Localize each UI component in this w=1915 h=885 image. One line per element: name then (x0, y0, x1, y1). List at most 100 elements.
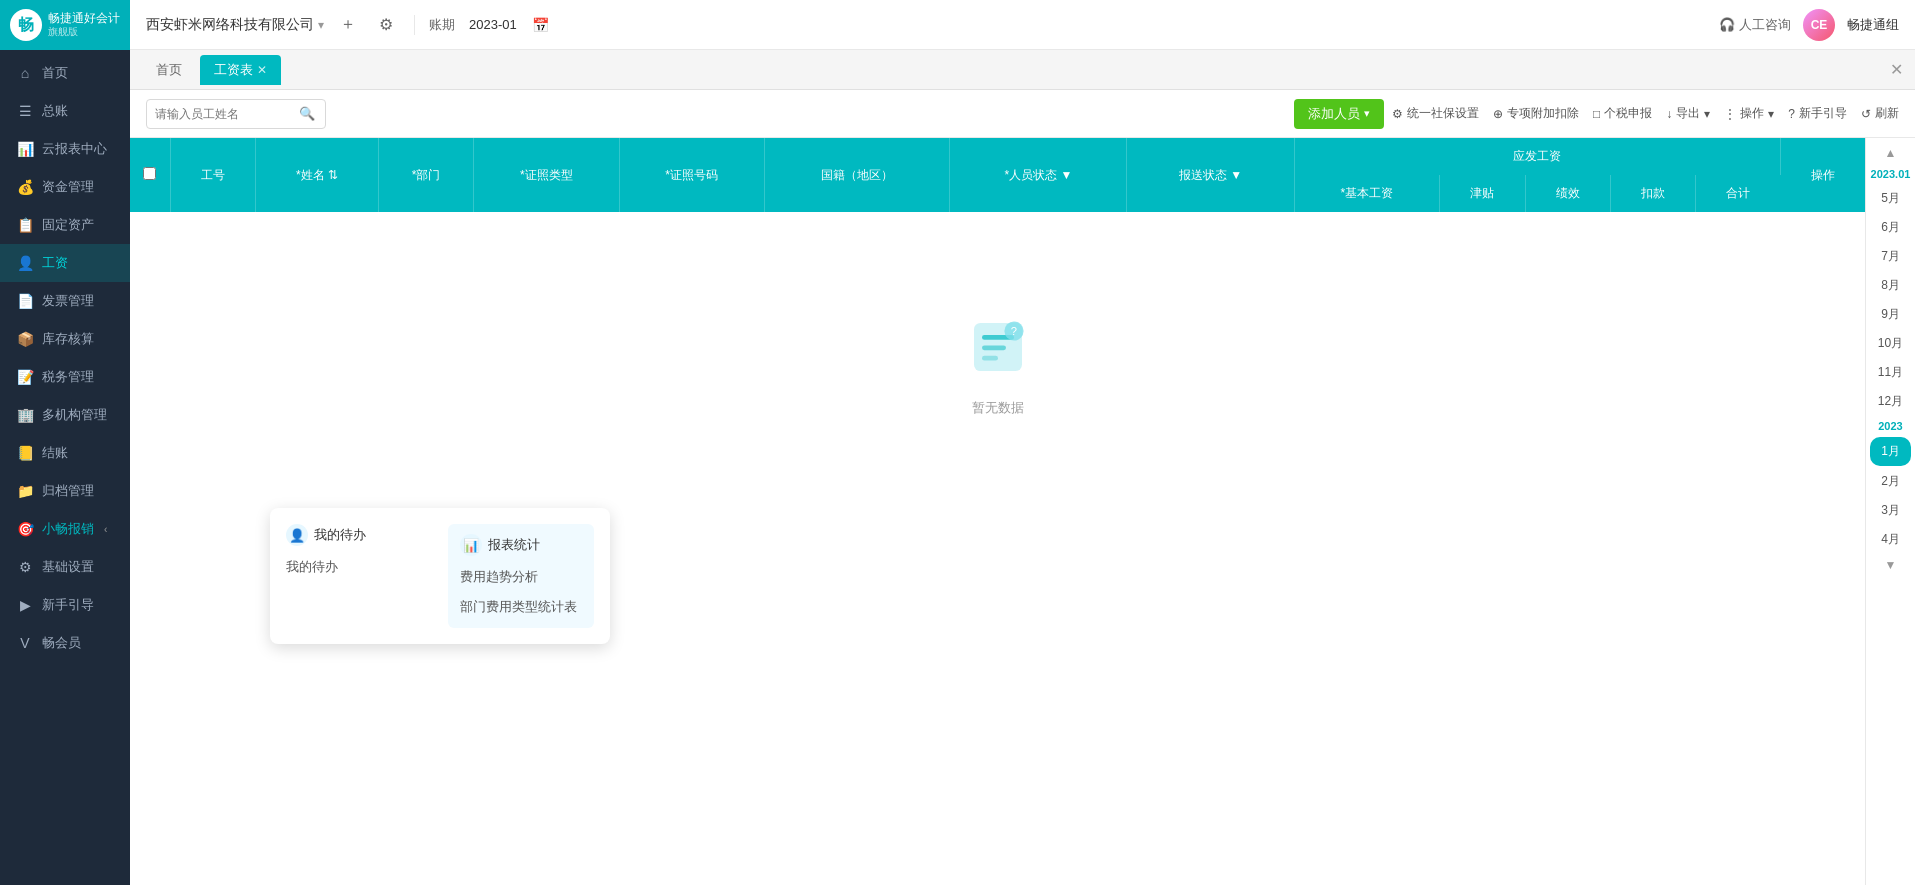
th-operations: 操作 (1780, 138, 1865, 212)
empty-text: 暂无数据 (972, 399, 1024, 417)
tab-close-all-icon[interactable]: ✕ (1890, 60, 1903, 79)
popup-section-todo: 👤 我的待办 我的待办 (286, 524, 432, 628)
sidebar-label-multi: 多机构管理 (42, 406, 107, 424)
ledger-icon: ☰ (16, 103, 34, 119)
month-down-button[interactable]: ▼ (1866, 554, 1915, 576)
period-value: 2023-01 (469, 17, 517, 32)
popup-item-todo[interactable]: 我的待办 (286, 556, 432, 578)
company-chevron-icon: ▾ (318, 18, 324, 32)
todo-icon: 👤 (286, 524, 308, 546)
sidebar-item-guide[interactable]: ▶ 新手引导 (0, 586, 130, 624)
month-6[interactable]: 6月 (1866, 213, 1915, 242)
special-deduction-button[interactable]: ⊕ 专项附加扣除 (1493, 105, 1579, 122)
refresh-button[interactable]: ↺ 刷新 (1861, 105, 1899, 122)
operations-icon: ⋮ (1724, 107, 1736, 121)
sidebar-item-ledger[interactable]: ☰ 总账 (0, 92, 130, 130)
month-12[interactable]: 12月 (1866, 387, 1915, 416)
month-3[interactable]: 3月 (1866, 496, 1915, 525)
search-icon[interactable]: 🔍 (299, 106, 315, 121)
select-all-checkbox[interactable] (143, 167, 156, 180)
sidebar-item-finance[interactable]: 💰 资金管理 (0, 168, 130, 206)
tab-salary-close-icon[interactable]: ✕ (257, 63, 267, 77)
settings-icon: ⚙ (16, 559, 34, 575)
sidebar-label-vip: 畅会员 (42, 634, 81, 652)
calendar-icon[interactable]: 📅 (527, 11, 555, 39)
month-5[interactable]: 5月 (1866, 184, 1915, 213)
toolbar: 🔍 添加人员 ▾ ⚙ 统一社保设置 ⊕ 专项附加扣除 □ 个税申报 (130, 90, 1915, 138)
user-avatar: CE (1803, 9, 1835, 41)
sidebar-item-assets[interactable]: 📋 固定资产 (0, 206, 130, 244)
refresh-icon: ↺ (1861, 107, 1871, 121)
content-wrapper: 🔍 添加人员 ▾ ⚙ 统一社保设置 ⊕ 专项附加扣除 □ 个税申报 (130, 90, 1915, 885)
add-person-button[interactable]: 添加人员 ▾ (1294, 99, 1384, 129)
tab-home[interactable]: 首页 (142, 55, 196, 85)
tab-salary-label: 工资表 (214, 61, 253, 79)
month-8[interactable]: 8月 (1866, 271, 1915, 300)
sidebar-label-finance: 资金管理 (42, 178, 94, 196)
guide-button[interactable]: ? 新手引导 (1788, 105, 1847, 122)
month-4[interactable]: 4月 (1866, 525, 1915, 554)
popup-menu: 👤 我的待办 我的待办 📊 报表统计 (270, 508, 610, 644)
sidebar-item-expense[interactable]: 🎯 小畅报销 ‹ (0, 510, 130, 548)
export-label: 导出 (1676, 105, 1700, 122)
topbar-right: 🎧 人工咨询 CE 畅捷通组 (1719, 9, 1899, 41)
svg-text:?: ? (1010, 325, 1016, 337)
month-7[interactable]: 7月 (1866, 242, 1915, 271)
sidebar: 畅 畅捷通好会计 旗舰版 ⌂ 首页 ☰ 总账 📊 云报表中心 💰 资金管理 📋 … (0, 0, 130, 885)
th-base-salary: *基本工资 (1294, 175, 1439, 212)
company-selector[interactable]: 西安虾米网络科技有限公司 ▾ (146, 16, 324, 34)
sidebar-item-archive[interactable]: 📁 归档管理 (0, 472, 130, 510)
period-label: 账期 (429, 16, 455, 34)
month-11[interactable]: 11月 (1866, 358, 1915, 387)
guide-label: 新手引导 (1799, 105, 1847, 122)
multi-icon: 🏢 (16, 407, 34, 423)
tax-report-button[interactable]: □ 个税申报 (1593, 105, 1652, 122)
archive-icon: 📁 (16, 483, 34, 499)
sidebar-label-guide: 新手引导 (42, 596, 94, 614)
month-1[interactable]: 1月 (1870, 437, 1911, 466)
logo-subtitle: 旗舰版 (48, 25, 120, 39)
month-up-button[interactable]: ▲ (1866, 142, 1915, 164)
export-button[interactable]: ↓ 导出 ▾ (1666, 105, 1710, 122)
month-2[interactable]: 2月 (1866, 467, 1915, 496)
month-10[interactable]: 10月 (1866, 329, 1915, 358)
tab-salary[interactable]: 工资表 ✕ (200, 55, 281, 85)
popup-item-trend[interactable]: 费用趋势分析 (460, 566, 582, 588)
vip-icon: V (16, 635, 34, 651)
sidebar-item-inventory[interactable]: 📦 库存核算 (0, 320, 130, 358)
settings-icon[interactable]: ⚙ (372, 11, 400, 39)
sidebar-item-reports[interactable]: 📊 云报表中心 (0, 130, 130, 168)
collapse-arrow: ‹ (104, 524, 107, 535)
popup-section-report: 📊 报表统计 费用趋势分析 部门费用类型统计表 (448, 524, 594, 628)
export-arrow-icon: ▾ (1704, 107, 1710, 121)
popup-menu-grid: 👤 我的待办 我的待办 📊 报表统计 (286, 524, 594, 628)
headset-icon: 🎧 (1719, 17, 1735, 32)
popup-item-dept[interactable]: 部门费用类型统计表 (460, 596, 582, 618)
svg-rect-2 (982, 345, 1006, 350)
popup-todo-label: 我的待办 (314, 526, 366, 544)
month-9[interactable]: 9月 (1866, 300, 1915, 329)
main-area: 西安虾米网络科技有限公司 ▾ ＋ ⚙ 账期 2023-01 📅 🎧 人工咨询 C… (130, 0, 1915, 885)
support-button[interactable]: 🎧 人工咨询 (1719, 16, 1791, 34)
sidebar-item-tax[interactable]: 📝 税务管理 (0, 358, 130, 396)
operations-button[interactable]: ⋮ 操作 ▾ (1724, 105, 1774, 122)
search-input[interactable] (155, 107, 295, 121)
sidebar-item-vip[interactable]: V 畅会员 (0, 624, 130, 662)
sidebar-item-home[interactable]: ⌂ 首页 (0, 54, 130, 92)
popup-todo-items: 我的待办 (286, 556, 432, 578)
sidebar-label-reports: 云报表中心 (42, 140, 107, 158)
app-logo: 畅 畅捷通好会计 旗舰版 (0, 0, 130, 50)
th-id-no: *证照号码 (619, 138, 764, 212)
social-security-button[interactable]: ⚙ 统一社保设置 (1392, 105, 1479, 122)
sidebar-item-multi[interactable]: 🏢 多机构管理 (0, 396, 130, 434)
popup-todo-title: 👤 我的待办 (286, 524, 432, 546)
sidebar-item-closing[interactable]: 📒 结账 (0, 434, 130, 472)
th-name: *姓名 ⇅ (255, 138, 378, 212)
sidebar-item-settings[interactable]: ⚙ 基础设置 (0, 548, 130, 586)
sidebar-item-salary[interactable]: 👤 工资 (0, 244, 130, 282)
add-company-button[interactable]: ＋ (334, 11, 362, 39)
th-performance: 绩效 (1525, 175, 1610, 212)
logo-icon: 畅 (10, 9, 42, 41)
sidebar-item-invoice[interactable]: 📄 发票管理 (0, 282, 130, 320)
th-dept: *部门 (379, 138, 474, 212)
